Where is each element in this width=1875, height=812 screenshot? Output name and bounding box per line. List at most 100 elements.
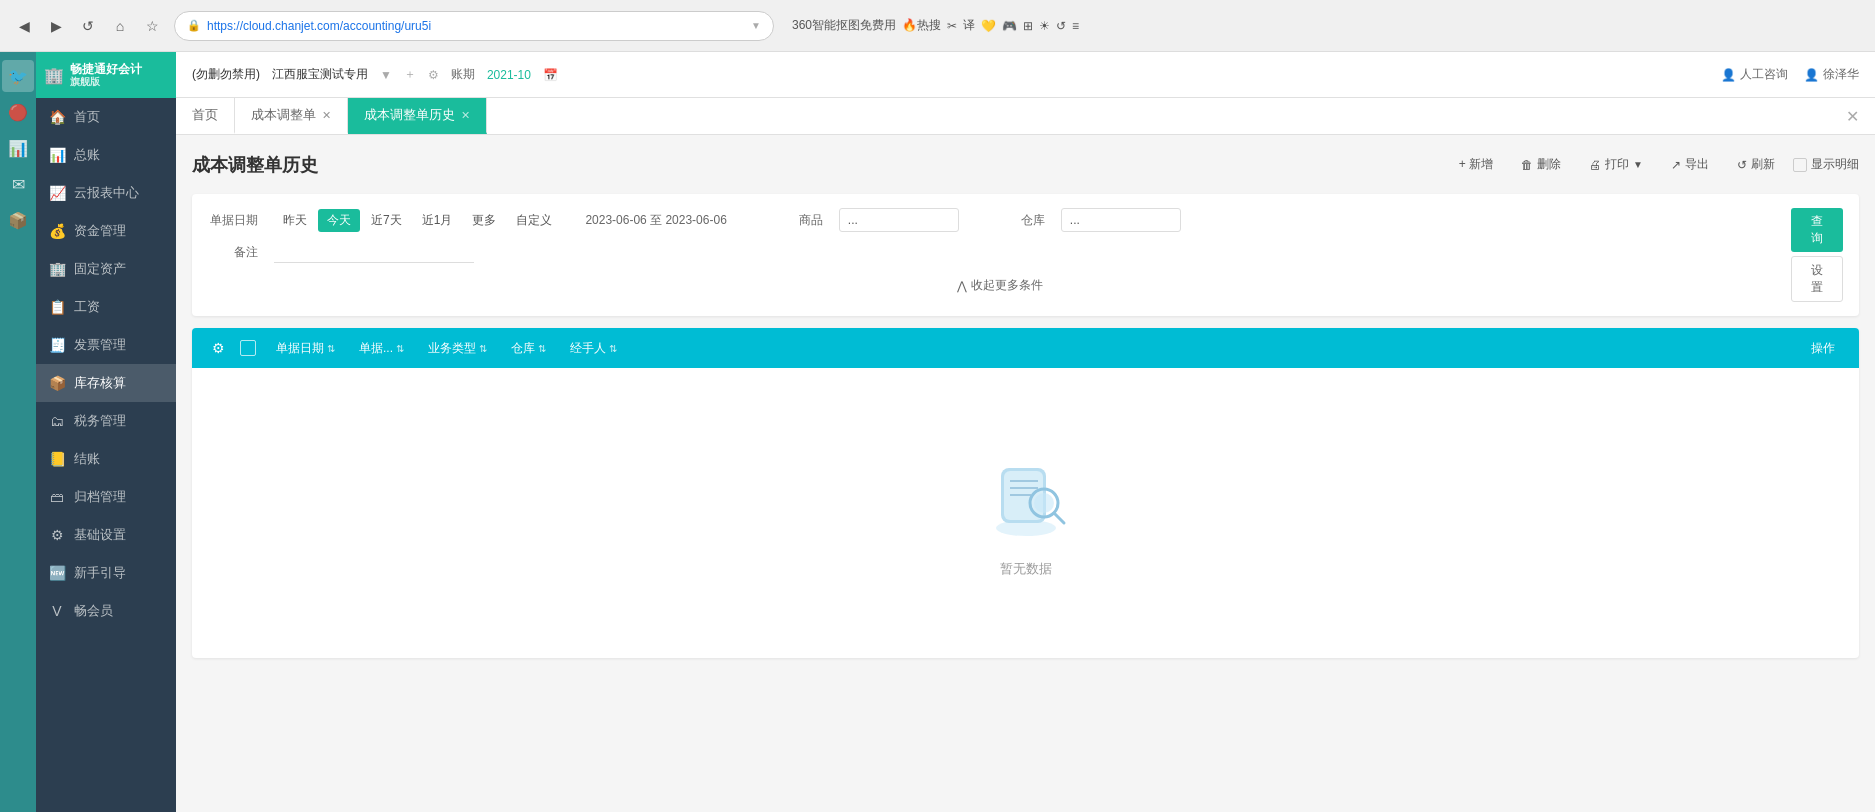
date-btn-2[interactable]: 近7天 bbox=[362, 209, 411, 232]
user-profile-btn[interactable]: 👤 徐泽华 bbox=[1804, 66, 1859, 83]
sidebar-menu: 🏠 首页 📊总账📈云报表中心💰资金管理 🏢 固定资产 📋工资🧾发票管理📦库存核算🗂税务管理… bbox=[36, 98, 176, 812]
sidebar-item-invoices[interactable]: 🧾发票管理 bbox=[36, 326, 176, 364]
sidebar-item-membership[interactable]: V畅会员 bbox=[36, 592, 176, 630]
collapse-btn[interactable]: ⋀ 收起更多条件 bbox=[208, 273, 1791, 298]
sidebar-label-home: 首页 bbox=[74, 108, 100, 126]
icon-sidebar-item-3[interactable]: ✉ bbox=[2, 168, 34, 200]
sidebar-label-inventory: 库存核算 bbox=[74, 374, 126, 392]
sidebar-item-inventory[interactable]: 📦库存核算 bbox=[36, 364, 176, 402]
settings-sm-button[interactable]: 设置 bbox=[1791, 256, 1843, 302]
table-col-label-0: 单据日期 bbox=[276, 340, 324, 357]
user-avatar-icon: 👤 bbox=[1804, 68, 1819, 82]
table-col-1[interactable]: 单据...⇅ bbox=[347, 340, 416, 357]
dropdown-arrow[interactable]: ▼ bbox=[380, 68, 392, 82]
table-settings-icon[interactable]: ⚙ bbox=[204, 334, 232, 362]
icon-sidebar-logo[interactable]: 🐦 bbox=[2, 60, 34, 92]
sidebar-item-settings[interactable]: ⚙基础设置 bbox=[36, 516, 176, 554]
page-actions: + 新增 🗑 删除 🖨 打印 ▼ ↗ 导出 ↺ bbox=[1449, 151, 1859, 178]
date-btn-5[interactable]: 自定义 bbox=[507, 209, 561, 232]
table-select-all-checkbox[interactable] bbox=[240, 340, 256, 356]
tab-cost-adjust-history[interactable]: 成本调整单历史 ✕ bbox=[348, 98, 487, 134]
sidebar-label-archive: 归档管理 bbox=[74, 488, 126, 506]
filter-row-2: 备注 bbox=[208, 242, 1791, 263]
calendar-icon[interactable]: 📅 bbox=[543, 68, 558, 82]
refresh-button[interactable]: ↺ 刷新 bbox=[1727, 151, 1785, 178]
display-toggle-checkbox[interactable] bbox=[1793, 158, 1807, 172]
sidebar-icon-guide: 🆕 bbox=[48, 565, 66, 581]
sidebar-item-ledger[interactable]: 📊总账 bbox=[36, 136, 176, 174]
close-all-icon[interactable]: ✕ bbox=[1846, 107, 1859, 126]
page-title: 成本调整单历史 bbox=[192, 153, 318, 177]
sidebar-icon-funds: 💰 bbox=[48, 223, 66, 239]
star-button[interactable]: ☆ bbox=[138, 12, 166, 40]
tab-cost-adjust-history-close[interactable]: ✕ bbox=[461, 109, 470, 122]
print-button[interactable]: 🖨 打印 ▼ bbox=[1579, 151, 1653, 178]
refresh-button[interactable]: ↺ bbox=[74, 12, 102, 40]
table-col-label-3: 仓库 bbox=[511, 340, 535, 357]
sidebar-item-guide[interactable]: 🆕新手引导 bbox=[36, 554, 176, 592]
table-col-label-2: 业务类型 bbox=[428, 340, 476, 357]
add-icon[interactable]: ＋ bbox=[404, 66, 416, 83]
icon-sidebar-item-2[interactable]: 📊 bbox=[2, 132, 34, 164]
query-button[interactable]: 查询 bbox=[1791, 208, 1843, 252]
grid-icon: ⊞ bbox=[1023, 19, 1033, 33]
back-button[interactable]: ◀ bbox=[10, 12, 38, 40]
main-content: (勿删勿禁用) 江西服宝测试专用 ▼ ＋ ⚙ 账期 2021-10 📅 👤 人工… bbox=[176, 52, 1875, 812]
username-label: 徐泽华 bbox=[1823, 66, 1859, 83]
sidebar-item-salary[interactable]: 📋工资 bbox=[36, 288, 176, 326]
home-button[interactable]: ⌂ bbox=[106, 12, 134, 40]
sidebar-item-reports[interactable]: 📈云报表中心 bbox=[36, 174, 176, 212]
sidebar-icon-home: 🏠 bbox=[48, 109, 66, 125]
date-btn-0[interactable]: 昨天 bbox=[274, 209, 316, 232]
tab-cost-adjust-close[interactable]: ✕ bbox=[322, 109, 331, 122]
sidebar-item-funds[interactable]: 💰资金管理 bbox=[36, 212, 176, 250]
tab-home-label: 首页 bbox=[192, 106, 218, 124]
print-label: 打印 bbox=[1605, 156, 1629, 173]
main-sidebar: 🏢 畅捷通好会计 旗舰版 🏠首页📊总账📈云报表中心💰资金管理🏢固定资产📋工资🧾发… bbox=[36, 52, 176, 812]
sidebar-label-fixed-assets: 固定资产 bbox=[74, 260, 126, 278]
sort-icon-2: ⇅ bbox=[479, 343, 487, 354]
address-bar[interactable]: 🔒 https://cloud.chanjet.com/accounting/u… bbox=[174, 11, 774, 41]
display-toggle[interactable]: 显示明细 bbox=[1793, 156, 1859, 173]
filter-row-1: 单据日期 昨天今天近7天近1月更多自定义 2023-06-06 至 2023-0… bbox=[208, 208, 1791, 232]
forward-button[interactable]: ▶ bbox=[42, 12, 70, 40]
delete-button[interactable]: 🗑 删除 bbox=[1511, 151, 1571, 178]
sidebar-icon-salary: 📋 bbox=[48, 299, 66, 315]
consulting-icon: 👤 bbox=[1721, 68, 1736, 82]
date-btn-1[interactable]: 今天 bbox=[318, 209, 360, 232]
export-button[interactable]: ↗ 导出 bbox=[1661, 151, 1719, 178]
sidebar-item-tax[interactable]: 🗂税务管理 bbox=[36, 402, 176, 440]
tabs-bar: 首页 成本调整单 ✕ 成本调整单历史 ✕ ✕ bbox=[176, 98, 1875, 135]
sidebar-item-bookkeeping[interactable]: 📒结账 bbox=[36, 440, 176, 478]
table-col-4[interactable]: 经手人⇅ bbox=[558, 340, 629, 357]
tab-cost-adjust[interactable]: 成本调整单 ✕ bbox=[235, 98, 348, 134]
warehouse-select[interactable]: ... bbox=[1061, 208, 1181, 232]
sidebar-item-archive[interactable]: 🗃归档管理 bbox=[36, 478, 176, 516]
export-label: 导出 bbox=[1685, 156, 1709, 173]
add-button[interactable]: + 新增 bbox=[1449, 151, 1503, 178]
consulting-btn[interactable]: 👤 人工咨询 bbox=[1721, 66, 1788, 83]
dropdown-icon: ▼ bbox=[751, 20, 761, 31]
sidebar-icon-fixed-assets: 🏢 bbox=[48, 261, 66, 277]
tab-home[interactable]: 首页 bbox=[176, 98, 235, 134]
sidebar-item-fixed-assets[interactable]: 🏢 固定资产 bbox=[36, 250, 176, 288]
date-btn-4[interactable]: 更多 bbox=[463, 209, 505, 232]
icon-sidebar-item-4[interactable]: 📦 bbox=[2, 204, 34, 236]
date-buttons: 昨天今天近7天近1月更多自定义 bbox=[274, 209, 561, 232]
delete-icon: 🗑 bbox=[1521, 158, 1533, 172]
sidebar-item-home[interactable]: 🏠 首页 bbox=[36, 98, 176, 136]
table-col-3[interactable]: 仓库⇅ bbox=[499, 340, 558, 357]
table-col-0[interactable]: 单据日期⇅ bbox=[264, 340, 347, 357]
print-dropdown-icon: ▼ bbox=[1633, 159, 1643, 170]
remark-input[interactable] bbox=[274, 242, 474, 263]
hot-search-label: 🔥热搜 bbox=[902, 17, 941, 34]
settings-icon[interactable]: ⚙ bbox=[428, 68, 439, 82]
date-btn-3[interactable]: 近1月 bbox=[413, 209, 462, 232]
icon-sidebar-item-1[interactable]: 🔴 bbox=[2, 96, 34, 128]
consulting-label: 人工咨询 bbox=[1740, 66, 1788, 83]
filter-fields: 单据日期 昨天今天近7天近1月更多自定义 2023-06-06 至 2023-0… bbox=[208, 208, 1791, 298]
sort-icon-0: ⇅ bbox=[327, 343, 335, 354]
table-col-2[interactable]: 业务类型⇅ bbox=[416, 340, 499, 357]
goods-select[interactable]: ... bbox=[839, 208, 959, 232]
page-content: 成本调整单历史 + 新增 🗑 删除 🖨 打印 ▼ ↗ 导出 bbox=[176, 135, 1875, 812]
